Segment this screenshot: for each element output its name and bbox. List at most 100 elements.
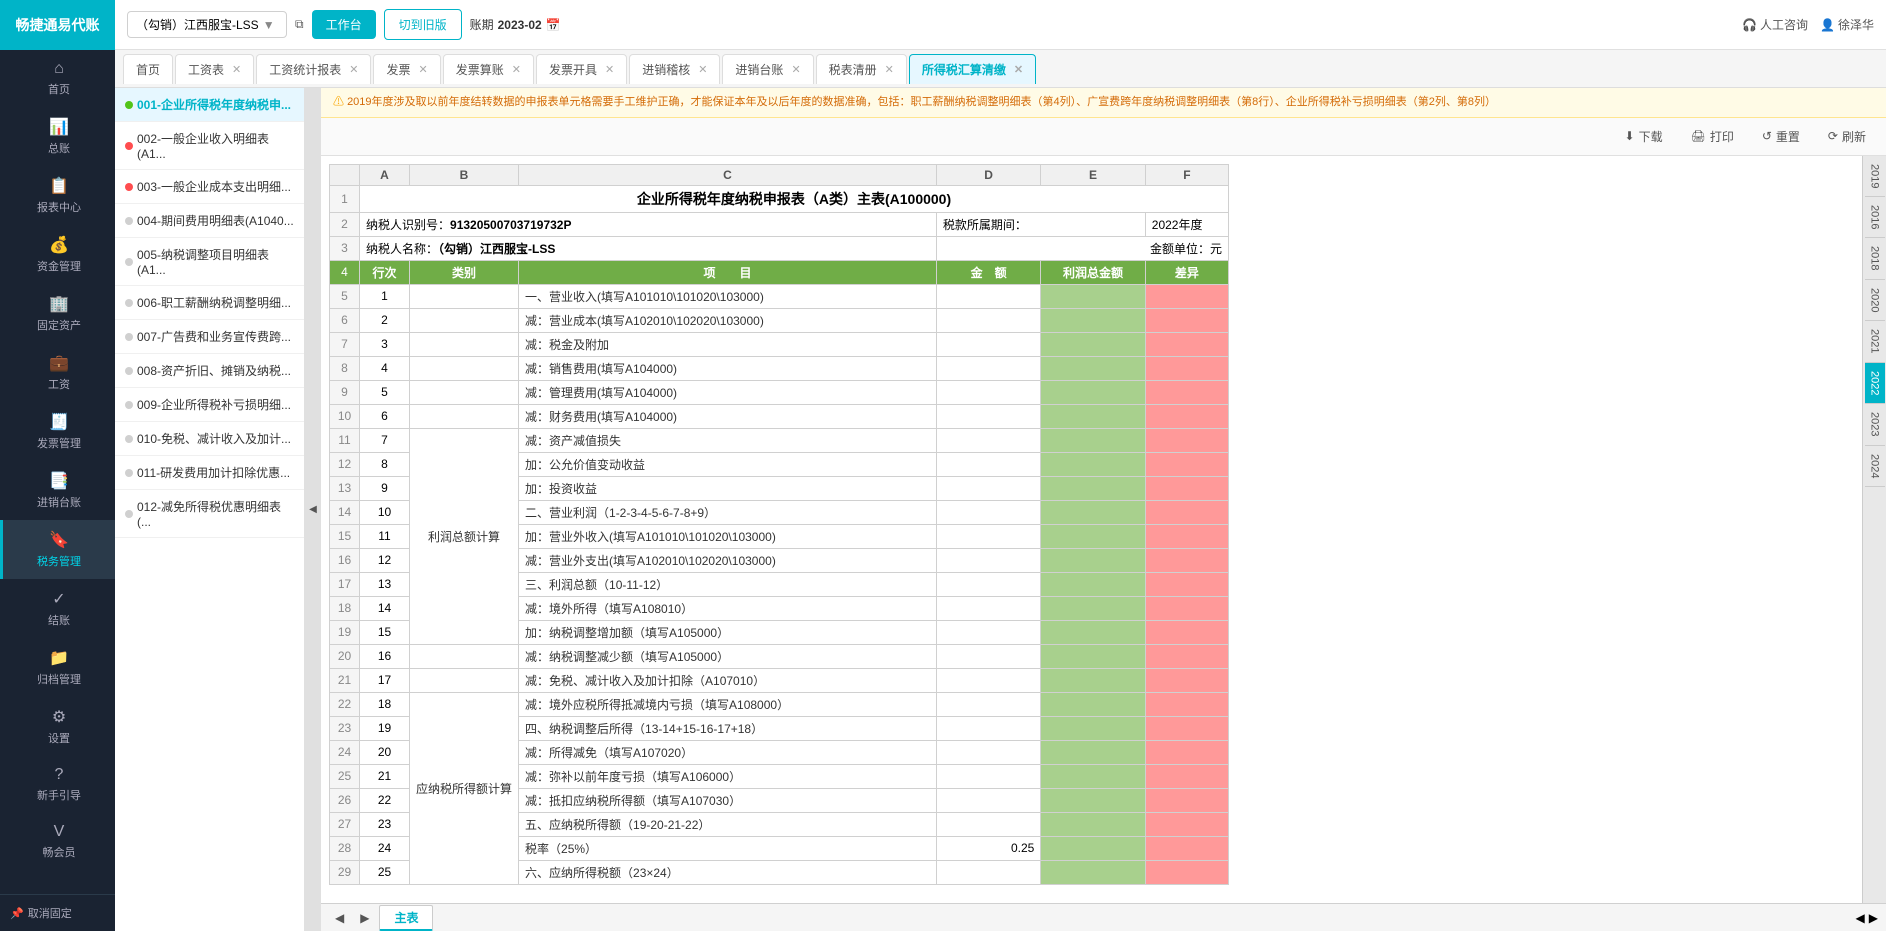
cell-lei-0[interactable]	[410, 284, 519, 308]
sidebar-item-report[interactable]: 📋报表中心	[0, 166, 115, 225]
cell-hang-8[interactable]: 9	[360, 476, 410, 500]
cell-lirun-15[interactable]	[1041, 644, 1145, 668]
cell-lirun-24[interactable]	[1041, 860, 1145, 884]
cell-hang-12[interactable]: 13	[360, 572, 410, 596]
cell-xiang-16[interactable]: 减：免税、减计收入及加计扣除（A107010）	[519, 668, 937, 692]
sidebar-item-tax[interactable]: 🔖税务管理	[0, 520, 115, 579]
sidebar-item-archive[interactable]: 📁归档管理	[0, 638, 115, 697]
cell-hang-0[interactable]: 1	[360, 284, 410, 308]
cell-chay-2[interactable]	[1145, 332, 1228, 356]
left-panel-item-006[interactable]: 006-职工薪酬纳税调整明细...	[115, 286, 304, 320]
cell-xiang-9[interactable]: 二、营业利润（1-2-3-4-5-6-7-8+9）	[519, 500, 937, 524]
cell-xiang-8[interactable]: 加：投资收益	[519, 476, 937, 500]
cell-chay-16[interactable]	[1145, 668, 1228, 692]
cell-lirun-16[interactable]	[1041, 668, 1145, 692]
tab-close-sales-verify[interactable]: ✕	[698, 63, 707, 76]
cell-chay-12[interactable]	[1145, 572, 1228, 596]
cell-xiang-3[interactable]: 减：销售费用(填写A104000)	[519, 356, 937, 380]
cell-quan-0[interactable]	[936, 284, 1040, 308]
cell-hang-11[interactable]: 12	[360, 548, 410, 572]
cell-quan-15[interactable]	[936, 644, 1040, 668]
tab-income-tax[interactable]: 所得税汇算清缴✕	[909, 54, 1036, 84]
cell-quan-12[interactable]	[936, 572, 1040, 596]
left-panel-item-003[interactable]: 003-一般企业成本支出明细...	[115, 170, 304, 204]
sidebar-item-member[interactable]: V畅会员	[0, 813, 115, 870]
cell-xiang-15[interactable]: 减：纳税调整减少额（填写A105000）	[519, 644, 937, 668]
cell-chay-14[interactable]	[1145, 620, 1228, 644]
refresh-button[interactable]: ⟳ 刷新	[1820, 124, 1874, 149]
cell-lirun-1[interactable]	[1041, 308, 1145, 332]
year-item-2016[interactable]: 2016	[1865, 197, 1885, 238]
cell-lirun-13[interactable]	[1041, 596, 1145, 620]
left-panel-item-012[interactable]: 012-减免所得税优惠明细表(...	[115, 490, 304, 538]
cell-xiang-13[interactable]: 减：境外所得（填写A108010）	[519, 596, 937, 620]
cell-chay-9[interactable]	[1145, 500, 1228, 524]
left-panel-item-005[interactable]: 005-纳税调整项目明细表(A1...	[115, 238, 304, 286]
user-service[interactable]: 🎧 人工咨询	[1742, 16, 1808, 33]
cutover-button[interactable]: 切到旧版	[384, 9, 462, 40]
sidebar-item-settings[interactable]: ⚙设置	[0, 697, 115, 756]
tab-close-sales-ledger[interactable]: ✕	[791, 63, 800, 76]
cell-lei-15[interactable]	[410, 644, 519, 668]
tab-invoice[interactable]: 发票✕	[373, 54, 440, 84]
cell-lirun-3[interactable]	[1041, 356, 1145, 380]
cell-lirun-0[interactable]	[1041, 284, 1145, 308]
cell-lei-4[interactable]	[410, 380, 519, 404]
cell-xiang-23[interactable]: 税率（25%）	[519, 836, 937, 860]
sidebar-item-home[interactable]: ⌂首页	[0, 50, 115, 107]
reset-button[interactable]: ↺ 重置	[1754, 124, 1808, 149]
cell-chay-23[interactable]	[1145, 836, 1228, 860]
cell-xiang-17[interactable]: 减：境外应税所得抵减境内亏损（填写A108000）	[519, 692, 937, 716]
cell-xiang-11[interactable]: 减：营业外支出(填写A102010\102020\103000)	[519, 548, 937, 572]
cell-hang-15[interactable]: 16	[360, 644, 410, 668]
sidebar-item-capital[interactable]: 💰资金管理	[0, 225, 115, 284]
cell-chay-7[interactable]	[1145, 452, 1228, 476]
cell-chay-17[interactable]	[1145, 692, 1228, 716]
year-item-2020[interactable]: 2020	[1865, 280, 1885, 321]
tab-sales-ledger[interactable]: 进销台账✕	[722, 54, 813, 84]
copy-icon[interactable]: ⧉	[295, 17, 304, 32]
year-item-2019[interactable]: 2019	[1865, 156, 1885, 197]
cell-lirun-8[interactable]	[1041, 476, 1145, 500]
sidebar-item-invoice[interactable]: 🧾发票管理	[0, 402, 115, 461]
cell-hang-16[interactable]: 17	[360, 668, 410, 692]
cell-lirun-11[interactable]	[1041, 548, 1145, 572]
cell-xiang-2[interactable]: 减：税金及附加	[519, 332, 937, 356]
tab-close-salary-stat[interactable]: ✕	[349, 63, 358, 76]
sheet-tab-main[interactable]: 主表	[379, 905, 433, 931]
cell-hang-21[interactable]: 22	[360, 788, 410, 812]
cell-xiang-21[interactable]: 减：抵扣应纳税所得额（填写A107030）	[519, 788, 937, 812]
sidebar-item-settle[interactable]: ✓结账	[0, 579, 115, 638]
cell-quan-6[interactable]	[936, 428, 1040, 452]
cell-hang-3[interactable]: 4	[360, 356, 410, 380]
left-panel-item-009[interactable]: 009-企业所得税补亏损明细...	[115, 388, 304, 422]
cell-hang-17[interactable]: 18	[360, 692, 410, 716]
cell-xiang-18[interactable]: 四、纳税调整后所得（13-14+15-16-17+18）	[519, 716, 937, 740]
cell-quan-4[interactable]	[936, 380, 1040, 404]
cell-hang-14[interactable]: 15	[360, 620, 410, 644]
cell-xiang-5[interactable]: 减：财务费用(填写A104000)	[519, 404, 937, 428]
cell-hang-23[interactable]: 24	[360, 836, 410, 860]
cell-lirun-17[interactable]	[1041, 692, 1145, 716]
year-item-2023[interactable]: 2023	[1865, 404, 1885, 445]
cell-xiang-6[interactable]: 减：资产减值损失	[519, 428, 937, 452]
sidebar-item-assets[interactable]: 🏢固定资产	[0, 284, 115, 343]
cell-quan-19[interactable]	[936, 740, 1040, 764]
cell-hang-22[interactable]: 23	[360, 812, 410, 836]
cell-lirun-22[interactable]	[1041, 812, 1145, 836]
tab-close-salary[interactable]: ✕	[232, 63, 241, 76]
year-item-2018[interactable]: 2018	[1865, 238, 1885, 279]
tab-close-invoice-calc[interactable]: ✕	[512, 63, 521, 76]
left-panel-item-004[interactable]: 004-期间费用明细表(A1040...	[115, 204, 304, 238]
left-panel-item-011[interactable]: 011-研发费用加计扣除优惠...	[115, 456, 304, 490]
cell-hang-5[interactable]: 6	[360, 404, 410, 428]
cell-lirun-6[interactable]	[1041, 428, 1145, 452]
cell-chay-21[interactable]	[1145, 788, 1228, 812]
sheet-nav-right[interactable]: ▶	[354, 909, 375, 927]
cell-quan-2[interactable]	[936, 332, 1040, 356]
tab-salary-stat[interactable]: 工资统计报表✕	[256, 54, 371, 84]
cell-lirun-4[interactable]	[1041, 380, 1145, 404]
year-item-2024[interactable]: 2024	[1865, 446, 1885, 487]
tab-home[interactable]: 首页	[123, 54, 173, 84]
tab-close-invoice[interactable]: ✕	[419, 63, 428, 76]
